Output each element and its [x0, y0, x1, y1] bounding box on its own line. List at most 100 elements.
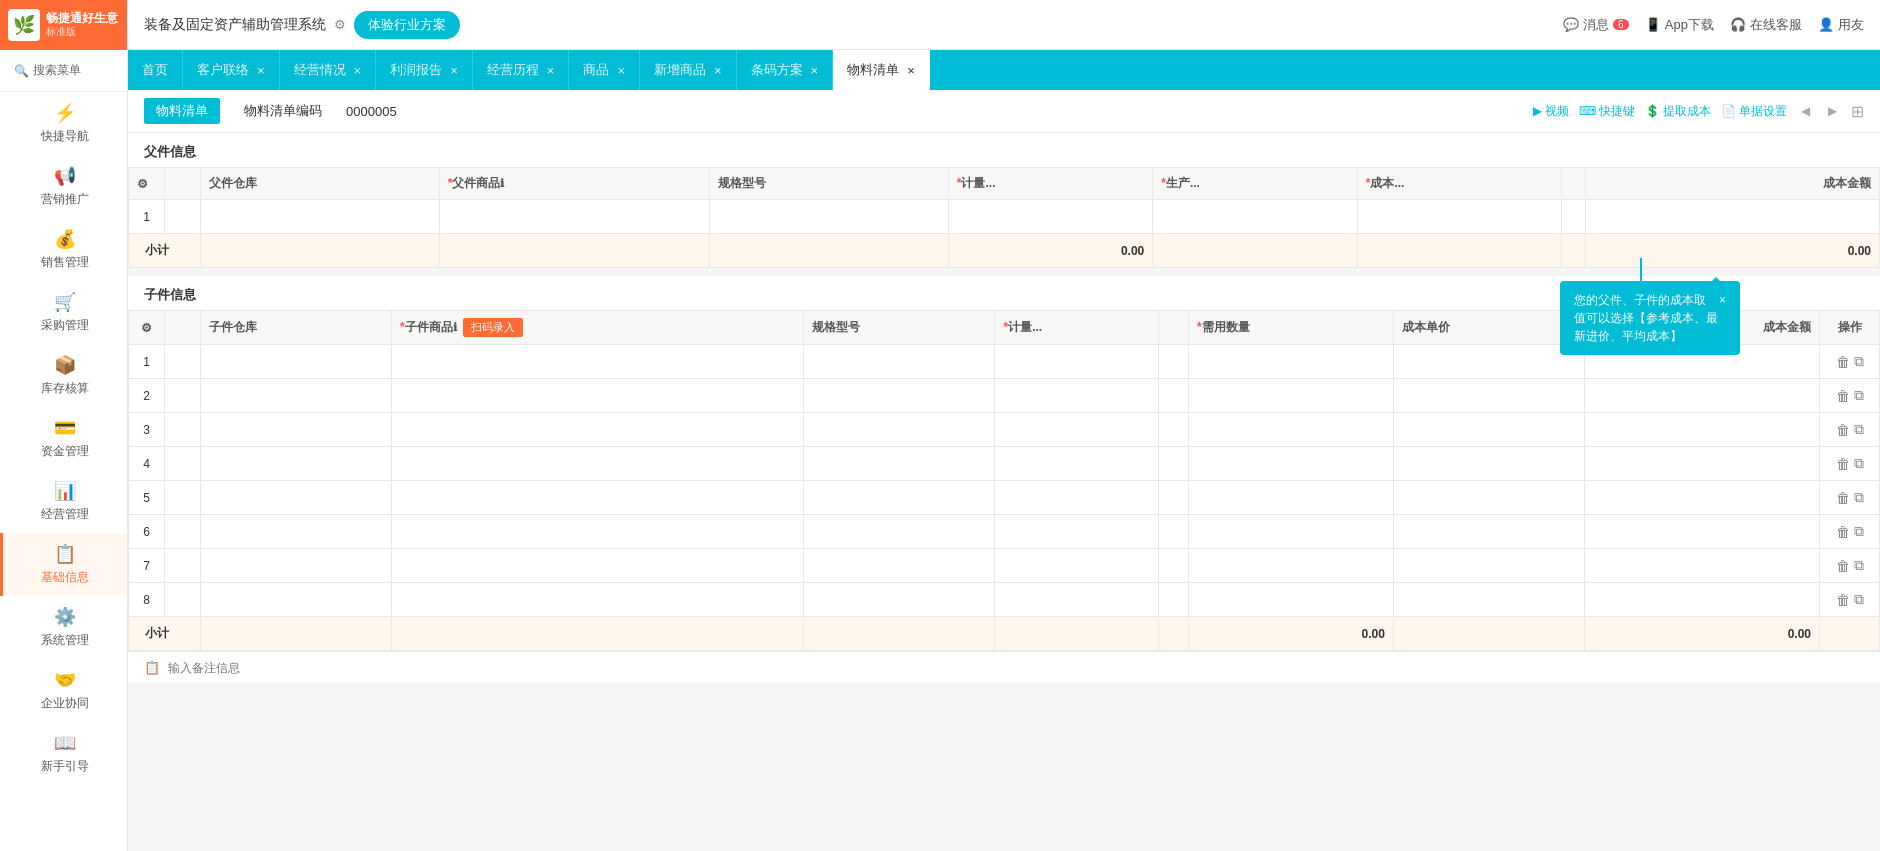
parent-cell-spec-1[interactable] [710, 200, 949, 234]
toolbar-tab-bom-code[interactable]: 物料清单编码 [232, 98, 334, 124]
child-unitcost-8[interactable] [1393, 583, 1584, 617]
remark-input[interactable] [168, 661, 1864, 675]
nav-tab-close-history[interactable]: × [547, 63, 555, 78]
child-warehouse-4[interactable] [201, 447, 392, 481]
child-product-6[interactable] [392, 515, 804, 549]
delete-icon-1[interactable]: 🗑 [1836, 354, 1850, 370]
child-product-7[interactable] [392, 549, 804, 583]
child-spec-8[interactable] [804, 583, 995, 617]
child-unit-5[interactable] [995, 481, 1159, 515]
copy-icon-5[interactable]: ⧉ [1854, 489, 1864, 506]
delete-icon-2[interactable]: 🗑 [1836, 388, 1850, 404]
child-unit-8[interactable] [995, 583, 1159, 617]
delete-icon-8[interactable]: 🗑 [1836, 592, 1850, 608]
copy-icon-4[interactable]: ⧉ [1854, 455, 1864, 472]
tooltip-close-button[interactable]: × [1719, 291, 1726, 309]
online-service-button[interactable]: 🎧 在线客服 [1730, 16, 1802, 34]
child-spec-7[interactable] [804, 549, 995, 583]
nav-tab-profit[interactable]: 利润报告× [376, 50, 473, 90]
shortcut-action[interactable]: ⌨ 快捷键 [1579, 103, 1635, 120]
nav-tab-customers[interactable]: 客户联络× [183, 50, 280, 90]
child-unitcost-6[interactable] [1393, 515, 1584, 549]
sidebar-item-system[interactable]: ⚙️系统管理 [0, 596, 127, 659]
child-warehouse-8[interactable] [201, 583, 392, 617]
nav-tab-close-new-goods[interactable]: × [714, 63, 722, 78]
nav-tab-close-barcode[interactable]: × [811, 63, 819, 78]
nav-tab-operations[interactable]: 经营情况× [280, 50, 377, 90]
nav-tab-history[interactable]: 经营历程× [473, 50, 570, 90]
extract-cost-action[interactable]: 💲 提取成本 [1645, 103, 1711, 120]
child-unit-1[interactable] [995, 345, 1159, 379]
child-quantity-6[interactable] [1189, 515, 1394, 549]
nav-tab-goods[interactable]: 商品× [569, 50, 640, 90]
child-quantity-4[interactable] [1189, 447, 1394, 481]
child-unitcost-7[interactable] [1393, 549, 1584, 583]
child-unitcost-3[interactable] [1393, 413, 1584, 447]
user-avatar[interactable]: 👤 用友 [1818, 16, 1864, 34]
child-quantity-2[interactable] [1189, 379, 1394, 413]
child-product-5[interactable] [392, 481, 804, 515]
child-unit-6[interactable] [995, 515, 1159, 549]
child-spec-3[interactable] [804, 413, 995, 447]
nav-tab-bom[interactable]: 物料清单× [833, 50, 930, 90]
sidebar-item-quick-nav[interactable]: ⚡快捷导航 [0, 92, 127, 155]
copy-icon-6[interactable]: ⧉ [1854, 523, 1864, 540]
sidebar-item-guide[interactable]: 📖新手引导 [0, 722, 127, 785]
nav-tab-close-operations[interactable]: × [354, 63, 362, 78]
nav-arrow-left[interactable]: ◀ [1797, 102, 1814, 120]
nav-arrow-right[interactable]: ▶ [1824, 102, 1841, 120]
message-button[interactable]: 💬 消息 6 [1563, 16, 1629, 34]
nav-tab-barcode[interactable]: 条码方案× [737, 50, 834, 90]
sidebar-item-finance[interactable]: 💳资金管理 [0, 407, 127, 470]
app-download-button[interactable]: 📱 App下载 [1645, 16, 1714, 34]
nav-tab-close-bom[interactable]: × [907, 63, 915, 78]
copy-icon-8[interactable]: ⧉ [1854, 591, 1864, 608]
delete-icon-7[interactable]: 🗑 [1836, 558, 1850, 574]
scan-button[interactable]: 扫码录入 [463, 318, 523, 337]
delete-icon-5[interactable]: 🗑 [1836, 490, 1850, 506]
child-quantity-3[interactable] [1189, 413, 1394, 447]
toolbar-tab-bom[interactable]: 物料清单 [144, 98, 220, 124]
trial-button[interactable]: 体验行业方案 [354, 11, 460, 39]
child-warehouse-5[interactable] [201, 481, 392, 515]
child-product-2[interactable] [392, 379, 804, 413]
delete-icon-4[interactable]: 🗑 [1836, 456, 1850, 472]
child-unitcost-4[interactable] [1393, 447, 1584, 481]
sidebar-item-purchase[interactable]: 🛒采购管理 [0, 281, 127, 344]
delete-icon-3[interactable]: 🗑 [1836, 422, 1850, 438]
child-spec-1[interactable] [804, 345, 995, 379]
child-spec-4[interactable] [804, 447, 995, 481]
parent-cell-cost-1[interactable] [1357, 200, 1561, 234]
nav-tab-new-goods[interactable]: 新增商品× [640, 50, 737, 90]
sidebar-item-enterprise[interactable]: 🤝企业协同 [0, 659, 127, 722]
nav-tab-home[interactable]: 首页 [128, 50, 183, 90]
nav-tab-close-customers[interactable]: × [257, 63, 265, 78]
child-unitcost-1[interactable] [1393, 345, 1584, 379]
nav-tab-close-goods[interactable]: × [617, 63, 625, 78]
child-product-1[interactable] [392, 345, 804, 379]
child-unit-7[interactable] [995, 549, 1159, 583]
sidebar-item-marketing[interactable]: 📢营销推广 [0, 155, 127, 218]
child-warehouse-7[interactable] [201, 549, 392, 583]
child-warehouse-3[interactable] [201, 413, 392, 447]
parent-th-settings[interactable]: ⚙ [129, 168, 165, 200]
child-warehouse-1[interactable] [201, 345, 392, 379]
parent-cell-warehouse-1[interactable] [201, 200, 440, 234]
view-action[interactable]: ▶ 视频 [1533, 103, 1569, 120]
parent-cell-product-1[interactable] [439, 200, 710, 234]
child-product-3[interactable] [392, 413, 804, 447]
copy-icon-3[interactable]: ⧉ [1854, 421, 1864, 438]
sidebar-item-sales[interactable]: 💰销售管理 [0, 218, 127, 281]
child-unit-4[interactable] [995, 447, 1159, 481]
child-th-settings[interactable]: ⚙ [129, 311, 165, 345]
child-unitcost-2[interactable] [1393, 379, 1584, 413]
child-quantity-1[interactable] [1189, 345, 1394, 379]
child-spec-6[interactable] [804, 515, 995, 549]
copy-icon-7[interactable]: ⧉ [1854, 557, 1864, 574]
grid-icon[interactable]: ⊞ [1851, 102, 1864, 121]
child-unitcost-5[interactable] [1393, 481, 1584, 515]
child-unit-2[interactable] [995, 379, 1159, 413]
child-warehouse-6[interactable] [201, 515, 392, 549]
search-menu-button[interactable]: 🔍 搜索菜单 [8, 58, 119, 83]
delete-icon-6[interactable]: 🗑 [1836, 524, 1850, 540]
